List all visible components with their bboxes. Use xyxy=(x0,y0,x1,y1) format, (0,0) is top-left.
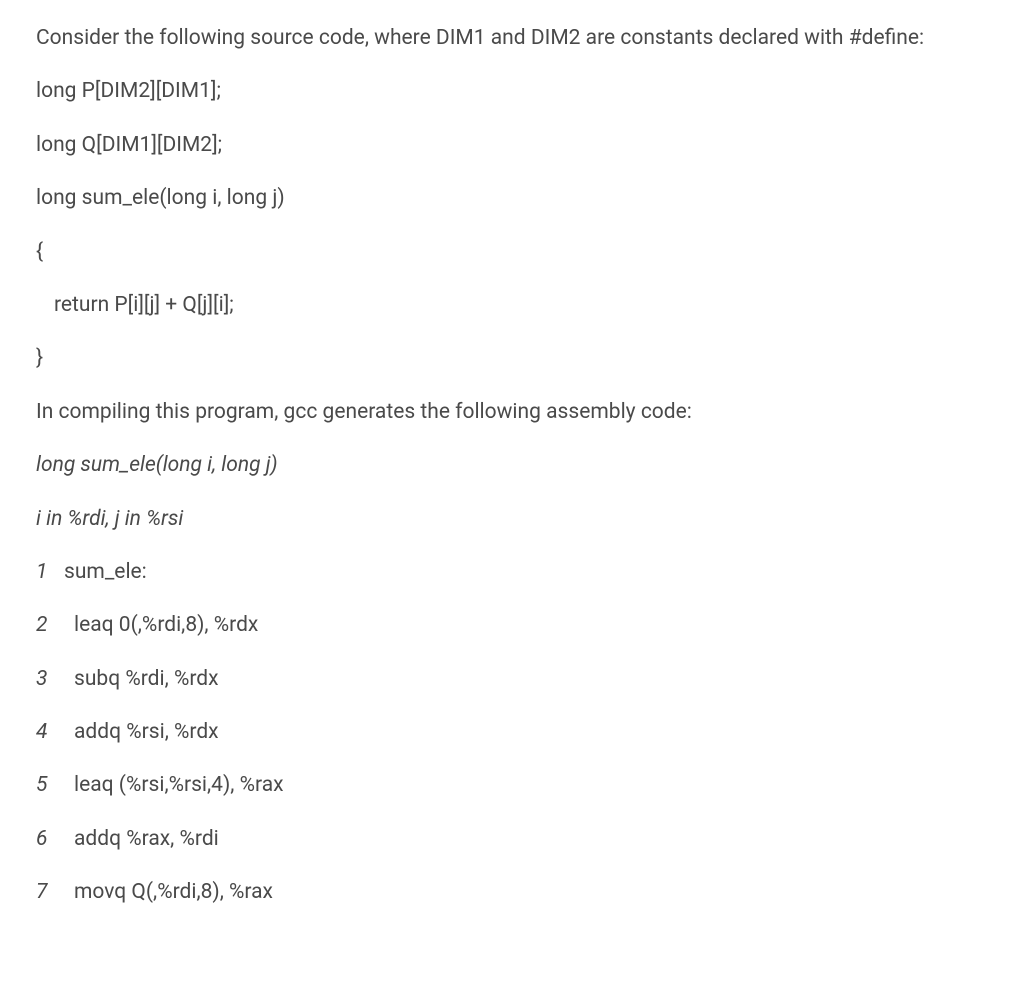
function-signature: long sum_ele(long i, long j) xyxy=(36,184,988,213)
return-statement: return P[i][j] + Q[j][i]; xyxy=(36,291,988,320)
asm-line: 2leaq 0(,%rdi,8), %rdx xyxy=(36,611,988,640)
asm-line-text: addq %rsi, %rdx xyxy=(74,718,988,747)
asm-registers: i in %rdi, j in %rsi xyxy=(36,505,988,534)
asm-line-text: subq %rdi, %rdx xyxy=(74,665,988,694)
asm-line-number: 4 xyxy=(36,718,74,747)
asm-line-text: leaq 0(,%rdi,8), %rdx xyxy=(74,611,988,640)
open-brace: { xyxy=(36,238,988,267)
declaration-q: long Q[DIM1][DIM2]; xyxy=(36,131,988,160)
asm-lines: 1sum_ele:2leaq 0(,%rdi,8), %rdx3subq %rd… xyxy=(36,558,988,908)
asm-intro-text: In compiling this program, gcc generates… xyxy=(36,398,988,427)
asm-line-number: 2 xyxy=(36,611,74,640)
declaration-p: long P[DIM2][DIM1]; xyxy=(36,77,988,106)
close-brace: } xyxy=(36,344,988,373)
asm-line-text: leaq (%rsi,%rsi,4), %rax xyxy=(74,771,988,800)
asm-signature: long sum_ele(long i, long j) xyxy=(36,451,988,480)
asm-line-text: movq Q(,%rdi,8), %rax xyxy=(74,878,988,907)
asm-line: 6addq %rax, %rdi xyxy=(36,825,988,854)
asm-line-number: 7 xyxy=(36,878,74,907)
asm-line: 5leaq (%rsi,%rsi,4), %rax xyxy=(36,771,988,800)
asm-line-number: 3 xyxy=(36,665,74,694)
asm-line-number: 6 xyxy=(36,825,74,854)
asm-line-number: 5 xyxy=(36,771,74,800)
asm-line: 4addq %rsi, %rdx xyxy=(36,718,988,747)
intro-text: Consider the following source code, wher… xyxy=(36,24,988,53)
asm-line: 7movq Q(,%rdi,8), %rax xyxy=(36,878,988,907)
asm-line: 3subq %rdi, %rdx xyxy=(36,665,988,694)
asm-line-text: sum_ele: xyxy=(64,558,988,587)
asm-line-text: addq %rax, %rdi xyxy=(74,825,988,854)
asm-line: 1sum_ele: xyxy=(36,558,988,587)
